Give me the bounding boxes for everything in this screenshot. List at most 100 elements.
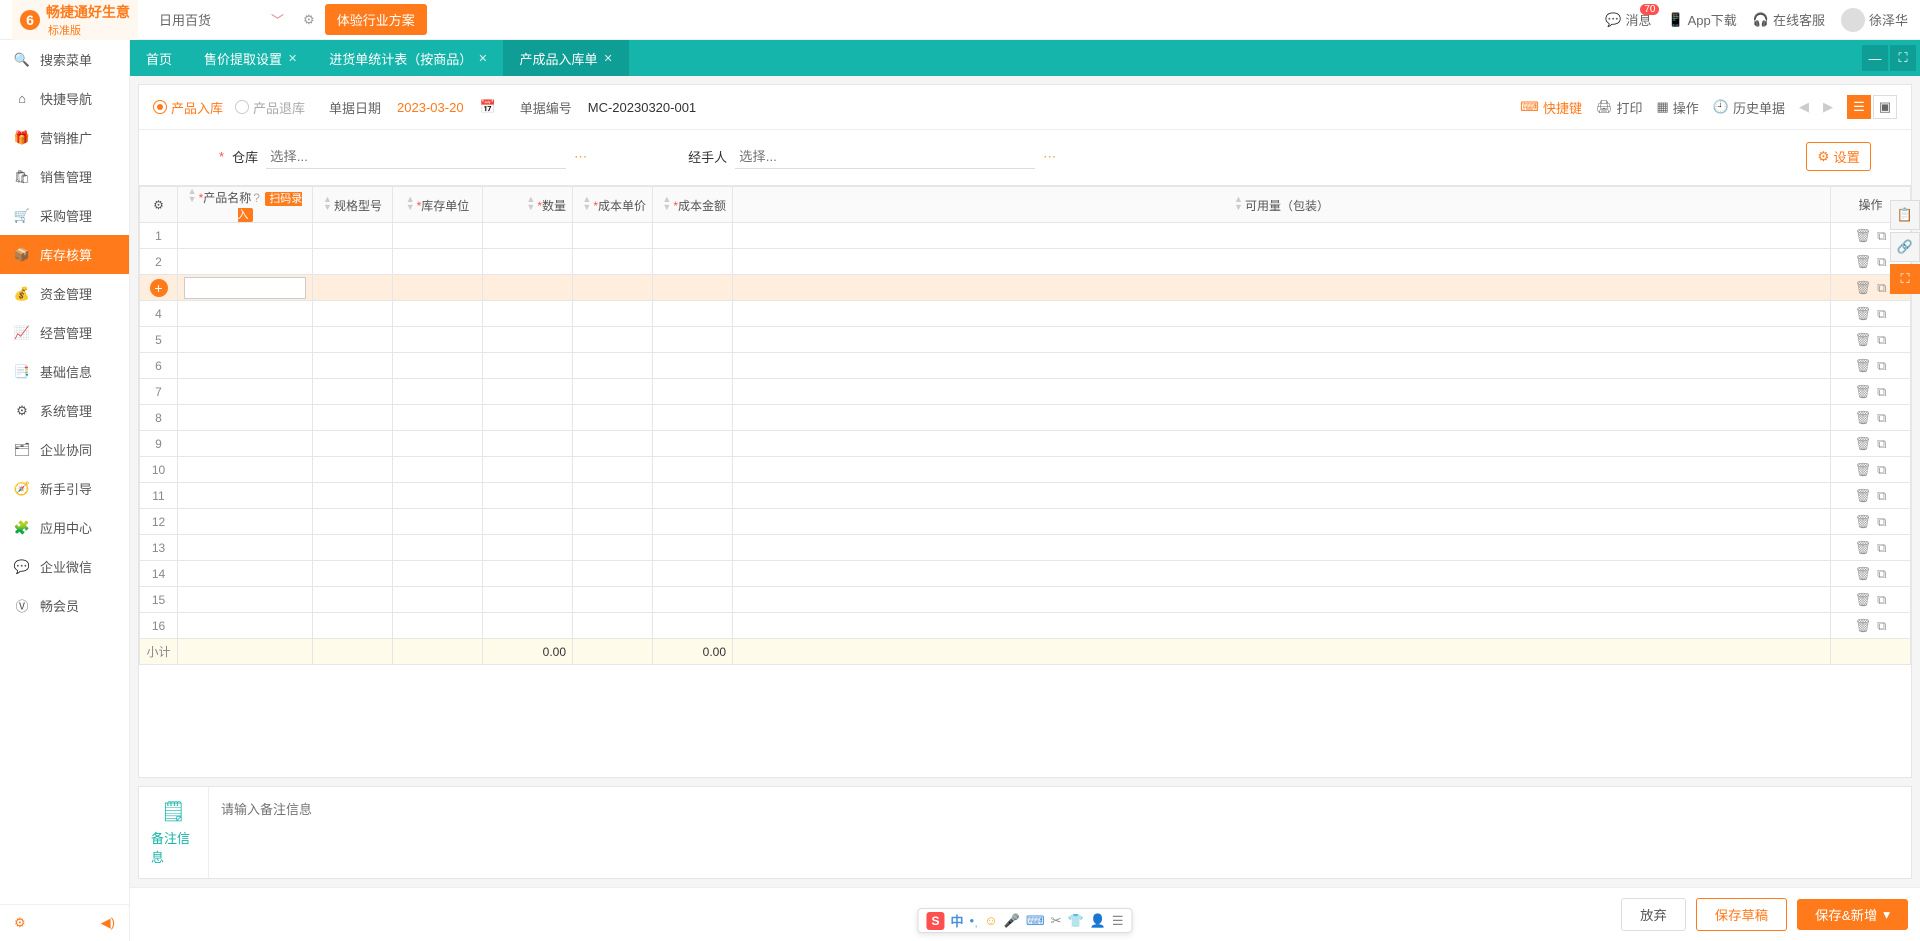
tab[interactable]: 首页 <box>130 40 188 76</box>
print-button[interactable]: 🖨打印 <box>1596 98 1643 117</box>
delete-icon[interactable]: 🗑 <box>1855 618 1872 633</box>
delete-icon[interactable]: 🗑 <box>1855 514 1872 529</box>
tab[interactable]: 产成品入库单✕ <box>503 40 628 76</box>
table-row[interactable]: 9 🗑⧉ <box>140 431 1911 457</box>
view-card-button[interactable]: ▣ <box>1873 95 1897 119</box>
sidebar-item[interactable]: 📦库存核算 <box>0 235 129 274</box>
sort-icon[interactable]: ▲▼ <box>323 195 332 211</box>
sidebar-item[interactable]: Ⓥ畅会员 <box>0 586 129 625</box>
delete-icon[interactable]: 🗑 <box>1855 488 1872 503</box>
sidebar-item[interactable]: 💰资金管理 <box>0 274 129 313</box>
delete-icon[interactable]: 🗑 <box>1855 410 1872 425</box>
sidebar-item[interactable]: 📈经营管理 <box>0 313 129 352</box>
messages-button[interactable]: 💬 消息 70 <box>1605 10 1651 29</box>
sidebar-settings-icon[interactable]: ⚙ <box>14 915 26 931</box>
copy-icon[interactable]: ⧉ <box>1877 410 1886 425</box>
sidebar-item[interactable]: 🧭新手引导 <box>0 469 129 508</box>
sidebar-item[interactable]: ⌂快捷导航 <box>0 79 129 118</box>
table-row[interactable]: 7 🗑⧉ <box>140 379 1911 405</box>
table-row[interactable]: 14 🗑⧉ <box>140 561 1911 587</box>
copy-icon[interactable]: ⧉ <box>1877 384 1886 399</box>
right-tool-3[interactable]: ⛶ <box>1890 264 1920 294</box>
table-row[interactable]: 2 🗑⧉ <box>140 249 1911 275</box>
sort-icon[interactable]: ▲▼ <box>1234 195 1243 211</box>
shortcut-button[interactable]: ⌨快捷键 <box>1520 98 1582 117</box>
sort-icon[interactable]: ▲▼ <box>188 187 197 203</box>
sidebar-item[interactable]: 🗂企业协同 <box>0 430 129 469</box>
gear-icon[interactable]: ⚙ <box>303 12 315 28</box>
sidebar-item[interactable]: 🛒采购管理 <box>0 196 129 235</box>
support-button[interactable]: 🎧 在线客服 <box>1753 10 1825 29</box>
table-row[interactable]: 10 🗑⧉ <box>140 457 1911 483</box>
table-row[interactable]: 6 🗑⧉ <box>140 353 1911 379</box>
add-row-icon[interactable]: + <box>150 279 168 297</box>
product-name-input[interactable] <box>184 277 306 299</box>
tab[interactable]: 进货单统计表（按商品）✕ <box>313 40 503 76</box>
sidebar-item[interactable]: 💬企业微信 <box>0 547 129 586</box>
copy-icon[interactable]: ⧉ <box>1877 306 1886 321</box>
sidebar-item[interactable]: 🎁营销推广 <box>0 118 129 157</box>
discard-button[interactable]: 放弃 <box>1621 898 1686 931</box>
table-row[interactable]: 8 🗑⧉ <box>140 405 1911 431</box>
table-row[interactable]: 5 🗑⧉ <box>140 327 1911 353</box>
calendar-icon[interactable]: 📅 <box>480 99 496 115</box>
warehouse-picker-icon[interactable]: ⋯ <box>574 149 588 165</box>
copy-icon[interactable]: ⧉ <box>1877 462 1886 477</box>
save-new-button[interactable]: 保存&新增 ▾ <box>1797 899 1908 930</box>
app-download-button[interactable]: 📱 App下载 <box>1667 10 1736 29</box>
copy-icon[interactable]: ⧉ <box>1877 514 1886 529</box>
table-row[interactable]: 1 🗑⧉ <box>140 223 1911 249</box>
table-row[interactable]: 13 🗑⧉ <box>140 535 1911 561</box>
radio-product-out[interactable]: 产品退库 <box>235 98 305 117</box>
copy-icon[interactable]: ⧉ <box>1877 436 1886 451</box>
copy-icon[interactable]: ⧉ <box>1877 618 1886 633</box>
copy-icon[interactable]: ⧉ <box>1877 280 1886 295</box>
sidebar-item[interactable]: 📑基础信息 <box>0 352 129 391</box>
sidebar-item[interactable]: 🛍销售管理 <box>0 157 129 196</box>
table-row[interactable]: 12 🗑⧉ <box>140 509 1911 535</box>
operations-button[interactable]: ▦操作 <box>1656 98 1698 117</box>
table-row[interactable]: 4 🗑⧉ <box>140 301 1911 327</box>
table-settings-icon[interactable]: ⚙ <box>153 198 164 212</box>
copy-icon[interactable]: ⧉ <box>1877 228 1886 243</box>
delete-icon[interactable]: 🗑 <box>1855 540 1872 555</box>
close-icon[interactable]: ✕ <box>604 52 613 65</box>
copy-icon[interactable]: ⧉ <box>1877 488 1886 503</box>
sidebar-collapse-icon[interactable]: ◀) <box>101 915 115 931</box>
sort-icon[interactable]: ▲▼ <box>662 195 671 211</box>
copy-icon[interactable]: ⧉ <box>1877 332 1886 347</box>
right-tool-1[interactable]: 📋 <box>1890 200 1920 230</box>
table-row[interactable]: 16 🗑⧉ <box>140 613 1911 639</box>
remark-input[interactable] <box>209 787 1911 878</box>
tabs-minimize-button[interactable]: — <box>1862 45 1888 71</box>
tab[interactable]: 售价提取设置✕ <box>188 40 313 76</box>
sidebar-item[interactable]: 🧩应用中心 <box>0 508 129 547</box>
sort-icon[interactable]: ▲▼ <box>526 195 535 211</box>
history-button[interactable]: 🕘历史单据 <box>1713 98 1785 117</box>
delete-icon[interactable]: 🗑 <box>1855 462 1872 477</box>
delete-icon[interactable]: 🗑 <box>1855 436 1872 451</box>
help-icon[interactable]: ? <box>253 191 260 205</box>
copy-icon[interactable]: ⧉ <box>1877 254 1886 269</box>
handler-select[interactable] <box>735 145 1035 169</box>
copy-icon[interactable]: ⧉ <box>1877 566 1886 581</box>
business-category-select[interactable]: 日用百货 ﹀ <box>150 5 293 34</box>
table-row[interactable]: 15 🗑⧉ <box>140 587 1911 613</box>
close-icon[interactable]: ✕ <box>478 52 487 65</box>
delete-icon[interactable]: 🗑 <box>1855 358 1872 373</box>
delete-icon[interactable]: 🗑 <box>1855 254 1872 269</box>
tabs-expand-button[interactable]: ⛶ <box>1890 45 1916 71</box>
copy-icon[interactable]: ⧉ <box>1877 540 1886 555</box>
radio-product-in[interactable]: 产品入库 <box>153 98 223 117</box>
delete-icon[interactable]: 🗑 <box>1855 384 1872 399</box>
next-icon[interactable]: ▶ <box>1823 99 1833 115</box>
sort-icon[interactable]: ▲▼ <box>406 195 415 211</box>
delete-icon[interactable]: 🗑 <box>1855 592 1872 607</box>
delete-icon[interactable]: 🗑 <box>1855 306 1872 321</box>
delete-icon[interactable]: 🗑 <box>1855 566 1872 581</box>
copy-icon[interactable]: ⧉ <box>1877 358 1886 373</box>
sidebar-item[interactable]: 🔍搜索菜单 <box>0 40 129 79</box>
table-row[interactable]: 11 🗑⧉ <box>140 483 1911 509</box>
warehouse-select[interactable] <box>266 145 566 169</box>
delete-icon[interactable]: 🗑 <box>1855 280 1872 295</box>
